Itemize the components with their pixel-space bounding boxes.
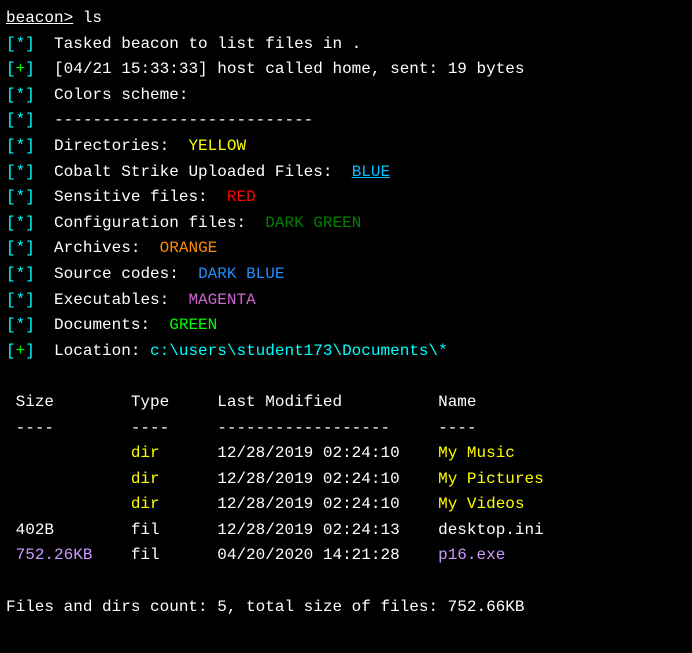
cell-size bbox=[16, 495, 131, 513]
prompt-line: beacon> ls bbox=[6, 6, 686, 32]
cell-type: Type bbox=[131, 393, 217, 411]
cell-type: dir bbox=[131, 444, 217, 462]
legend-value: ORANGE bbox=[160, 239, 218, 257]
cell-modified: 12/28/2019 02:24:10 bbox=[217, 444, 438, 462]
cell-name: Name bbox=[438, 393, 476, 411]
location-path: c:\users\student173\Documents\* bbox=[150, 342, 448, 360]
cell-size bbox=[16, 470, 131, 488]
legend-row: [*] Source codes: DARK BLUE bbox=[6, 262, 686, 288]
cell-modified: 04/20/2020 14:21:28 bbox=[217, 546, 438, 564]
table-header: Size Type Last Modified Name bbox=[6, 390, 686, 416]
cell-modified: 12/28/2019 02:24:13 bbox=[217, 521, 438, 539]
log-called-home: [+] [04/21 15:33:33] host called home, s… bbox=[6, 57, 686, 83]
cell-type: ---- bbox=[131, 419, 217, 437]
legend-value: GREEN bbox=[169, 316, 217, 334]
legend-value: BLUE bbox=[352, 163, 390, 181]
legend-label: Configuration files: bbox=[54, 214, 265, 232]
table-row: 402B fil 12/28/2019 02:24:13 desktop.ini bbox=[6, 518, 686, 544]
log-tasked: [*] Tasked beacon to list files in . bbox=[6, 32, 686, 58]
table-divider: ---- ---- ------------------ ---- bbox=[6, 416, 686, 442]
legend-label: Executables: bbox=[54, 291, 188, 309]
legend-row: [*] Archives: ORANGE bbox=[6, 236, 686, 262]
log-location: [+] Location: c:\users\student173\Docume… bbox=[6, 339, 686, 365]
legend-value: DARK BLUE bbox=[198, 265, 284, 283]
log-scheme: [*] Colors scheme: bbox=[6, 83, 686, 109]
cell-name: desktop.ini bbox=[438, 521, 544, 539]
command-text: ls bbox=[83, 9, 102, 27]
legend-label: Cobalt Strike Uploaded Files: bbox=[54, 163, 352, 181]
cell-size: Size bbox=[16, 393, 131, 411]
legend-row: [*] Executables: MAGENTA bbox=[6, 288, 686, 314]
cell-modified: ------------------ bbox=[217, 419, 438, 437]
legend-value: YELLOW bbox=[188, 137, 246, 155]
cell-size bbox=[16, 444, 131, 462]
cell-name: My Videos bbox=[438, 495, 524, 513]
legend-value: MAGENTA bbox=[188, 291, 255, 309]
legend-row: [*] Sensitive files: RED bbox=[6, 185, 686, 211]
cell-size: 752.26KB bbox=[16, 546, 131, 564]
legend-label: Archives: bbox=[54, 239, 160, 257]
legend-label: Source codes: bbox=[54, 265, 198, 283]
cell-modified: 12/28/2019 02:24:10 bbox=[217, 470, 438, 488]
legend-row: [*] Documents: GREEN bbox=[6, 313, 686, 339]
legend-row: [*] Directories: YELLOW bbox=[6, 134, 686, 160]
cell-type: fil bbox=[131, 546, 217, 564]
cell-modified: 12/28/2019 02:24:10 bbox=[217, 495, 438, 513]
cell-type: dir bbox=[131, 470, 217, 488]
legend-row: [*] Cobalt Strike Uploaded Files: BLUE bbox=[6, 160, 686, 186]
table-row: dir 12/28/2019 02:24:10 My Music bbox=[6, 441, 686, 467]
legend-row: [*] Configuration files: DARK GREEN bbox=[6, 211, 686, 237]
summary-line: Files and dirs count: 5, total size of f… bbox=[6, 595, 686, 621]
prompt-label: beacon> bbox=[6, 9, 73, 27]
legend-value: RED bbox=[227, 188, 256, 206]
cell-name: My Music bbox=[438, 444, 515, 462]
cell-type: dir bbox=[131, 495, 217, 513]
cell-type: fil bbox=[131, 521, 217, 539]
cell-name: ---- bbox=[438, 419, 476, 437]
legend-label: Sensitive files: bbox=[54, 188, 227, 206]
table-row: dir 12/28/2019 02:24:10 My Pictures bbox=[6, 467, 686, 493]
cell-size: ---- bbox=[16, 419, 131, 437]
cell-modified: Last Modified bbox=[217, 393, 438, 411]
legend-label: Directories: bbox=[54, 137, 188, 155]
cell-size: 402B bbox=[16, 521, 131, 539]
table-row: 752.26KB fil 04/20/2020 14:21:28 p16.exe bbox=[6, 543, 686, 569]
cell-name: p16.exe bbox=[438, 546, 505, 564]
log-divider: [*] --------------------------- bbox=[6, 108, 686, 134]
legend-value: DARK GREEN bbox=[265, 214, 361, 232]
table-row: dir 12/28/2019 02:24:10 My Videos bbox=[6, 492, 686, 518]
legend-label: Documents: bbox=[54, 316, 169, 334]
cell-name: My Pictures bbox=[438, 470, 544, 488]
